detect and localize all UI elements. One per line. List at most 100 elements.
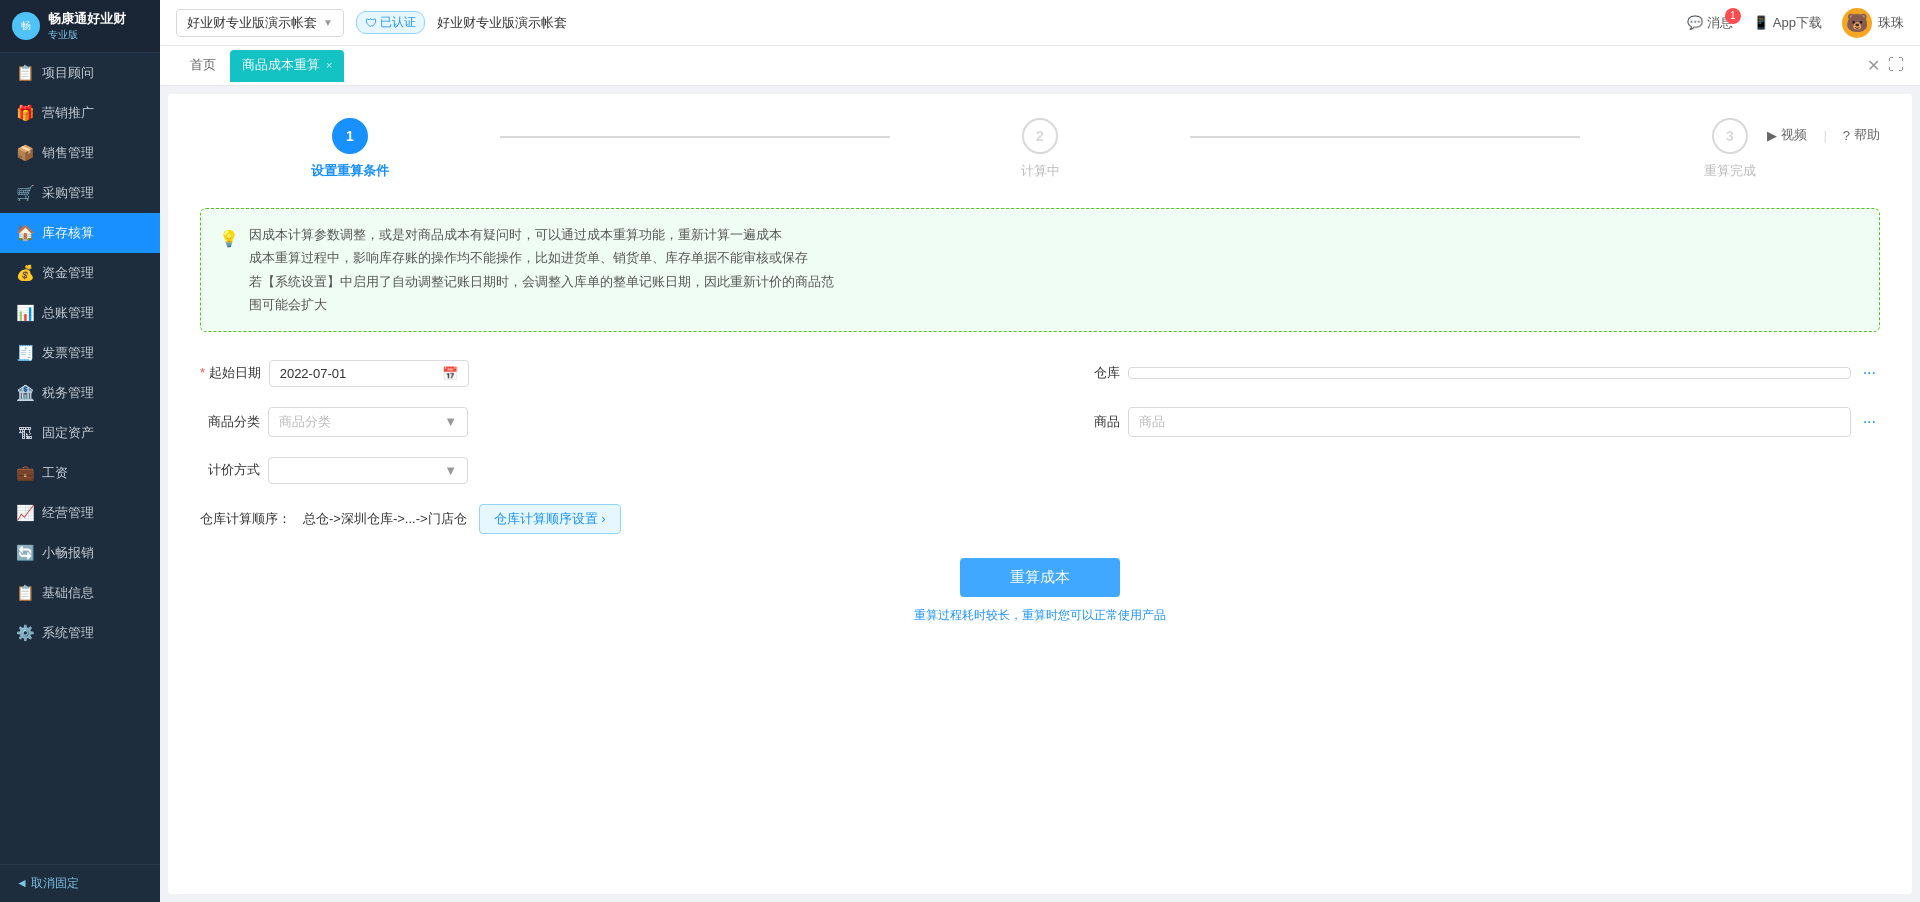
user-name: 珠珠 — [1878, 14, 1904, 32]
sidebar-title: 畅康通好业财 专业版 — [48, 10, 126, 42]
app-download-label: App下载 — [1773, 14, 1822, 32]
payroll-icon: 💼 — [16, 464, 34, 482]
step-3-label: 重算完成 — [1704, 162, 1756, 180]
topbar: 好业财专业版演示帐套 ▼ 🛡 已认证 好业财专业版演示帐套 💬 消息 1 📱 A… — [160, 0, 1920, 46]
inventory-icon: 🏠 — [16, 224, 34, 242]
sidebar-item-purchase[interactable]: 🛒 采购管理 — [0, 173, 160, 213]
tab-home[interactable]: 首页 — [176, 48, 230, 84]
message-button[interactable]: 💬 消息 1 — [1687, 14, 1733, 32]
play-icon: ▶ — [1767, 128, 1777, 143]
sidebar-item-label: 资金管理 — [42, 264, 94, 282]
finance-icon: 💰 — [16, 264, 34, 282]
purchase-icon: 🛒 — [16, 184, 34, 202]
avatar: 🐻 — [1842, 8, 1872, 38]
warehouse-order-settings-button[interactable]: 仓库计算顺序设置 › — [479, 504, 621, 534]
sidebar-item-label: 采购管理 — [42, 184, 94, 202]
sidebar-item-marketing[interactable]: 🎁 营销推广 — [0, 93, 160, 133]
expand-icon[interactable]: ⛶ — [1888, 56, 1904, 75]
step-2: 2 计算中 — [890, 118, 1190, 180]
close-icon[interactable]: ✕ — [1867, 56, 1880, 75]
sidebar-item-sales[interactable]: 📦 销售管理 — [0, 133, 160, 173]
start-date-value: 2022-07-01 — [280, 366, 347, 381]
notice-line1: 因成本计算参数调整，或是对商品成本有疑问时，可以通过成本重算功能，重新计算一遍成… — [249, 223, 834, 246]
tabs-bar: 首页 商品成本重算 × ✕ ⛶ — [160, 46, 1920, 86]
main-area: 好业财专业版演示帐套 ▼ 🛡 已认证 好业财专业版演示帐套 💬 消息 1 📱 A… — [160, 0, 1920, 902]
notice-line2: 成本重算过程中，影响库存账的操作均不能操作，比如进货单、销货单、库存单据不能审核… — [249, 246, 834, 269]
sidebar-item-inventory[interactable]: 🏠 库存核算 — [0, 213, 160, 253]
pricing-field: 计价方式 ▼ — [200, 457, 1020, 484]
step-line-2 — [1190, 136, 1580, 138]
account-select[interactable]: 好业财专业版演示帐套 ▼ — [176, 9, 344, 37]
sidebar-edition: 专业版 — [48, 28, 126, 42]
pricing-select[interactable]: ▼ — [268, 457, 468, 484]
sidebar-item-general[interactable]: 📊 总账管理 — [0, 293, 160, 333]
category-select[interactable]: 商品分类 ▼ — [268, 407, 468, 437]
sidebar-item-label: 工资 — [42, 464, 68, 482]
sidebar-unpin-label: ◄ 取消固定 — [16, 875, 79, 892]
tabs-right: ✕ ⛶ — [1867, 56, 1904, 75]
tab-close-icon[interactable]: × — [326, 59, 332, 71]
sidebar-item-expense[interactable]: 🔄 小畅报销 — [0, 533, 160, 573]
start-date-field: 起始日期 2022-07-01 📅 — [200, 360, 1020, 387]
step-2-label: 计算中 — [1021, 162, 1060, 180]
sidebar: 畅 畅康通好业财 专业版 📋 项目顾问 🎁 营销推广 📦 销售管理 🛒 采购管理… — [0, 0, 160, 902]
content-area: 1 设置重算条件 2 计算中 3 重算完成 ▶ 视频 — [168, 94, 1912, 894]
sidebar-item-tax[interactable]: 🏦 税务管理 — [0, 373, 160, 413]
goods-label: 商品 — [1060, 413, 1120, 431]
sidebar-brand: 畅康通好业财 — [48, 10, 126, 28]
doc-help[interactable]: ? 帮助 — [1843, 126, 1880, 144]
sidebar-item-label: 经营管理 — [42, 504, 94, 522]
video-help[interactable]: ▶ 视频 — [1767, 126, 1807, 144]
sidebar-item-base[interactable]: 📋 基础信息 — [0, 573, 160, 613]
sidebar-item-operations[interactable]: 📈 经营管理 — [0, 493, 160, 533]
expense-icon: 🔄 — [16, 544, 34, 562]
sidebar-item-assets[interactable]: 🏗 固定资产 — [0, 413, 160, 453]
goods-more-icon[interactable]: ··· — [1859, 413, 1880, 431]
sales-icon: 📦 — [16, 144, 34, 162]
notice-line4: 围可能会扩大 — [249, 293, 834, 316]
topbar-right: 💬 消息 1 📱 App下载 🐻 珠珠 — [1687, 8, 1904, 38]
shield-icon: 🛡 — [365, 16, 377, 30]
chevron-down-icon: ▼ — [444, 414, 457, 429]
message-icon: 💬 — [1687, 15, 1703, 30]
sidebar-item-label: 发票管理 — [42, 344, 94, 362]
notice-text: 因成本计算参数调整，或是对商品成本有疑问时，可以通过成本重算功能，重新计算一遍成… — [249, 223, 834, 317]
warehouse-input[interactable] — [1128, 367, 1851, 379]
tax-icon: 🏦 — [16, 384, 34, 402]
warehouse-order-label: 仓库计算顺序： — [200, 510, 291, 528]
goods-input[interactable]: 商品 — [1128, 407, 1851, 437]
sidebar-item-label: 小畅报销 — [42, 544, 94, 562]
step-1-label: 设置重算条件 — [311, 162, 389, 180]
sidebar-item-label: 库存核算 — [42, 224, 94, 242]
app-download-button[interactable]: 📱 App下载 — [1753, 14, 1822, 32]
category-placeholder: 商品分类 — [279, 413, 331, 431]
sidebar-item-system[interactable]: ⚙️ 系统管理 — [0, 613, 160, 653]
notice-line3: 若【系统设置】中启用了自动调整记账日期时，会调整入库单的整单记账日期，因此重新计… — [249, 270, 834, 293]
account-select-value: 好业财专业版演示帐套 — [187, 14, 317, 32]
calendar-icon[interactable]: 📅 — [442, 366, 458, 381]
phone-icon: 📱 — [1753, 15, 1769, 30]
sidebar-item-invoice[interactable]: 🧾 发票管理 — [0, 333, 160, 373]
category-label: 商品分类 — [200, 413, 260, 431]
recalc-button[interactable]: 重算成本 — [960, 558, 1120, 597]
sidebar-unpin[interactable]: ◄ 取消固定 — [0, 864, 160, 902]
form-row-1: 起始日期 2022-07-01 📅 仓库 ··· — [200, 360, 1880, 387]
help-icon: ? — [1843, 128, 1850, 143]
tab-cost-recalc-label: 商品成本重算 — [242, 56, 320, 74]
tab-cost-recalc[interactable]: 商品成本重算 × — [230, 50, 344, 82]
sidebar-item-project[interactable]: 📋 项目顾问 — [0, 53, 160, 93]
pricing-label: 计价方式 — [200, 461, 260, 479]
warehouse-order-settings-label: 仓库计算顺序设置 › — [494, 510, 606, 528]
goods-field: 商品 商品 ··· — [1060, 407, 1880, 437]
sidebar-item-label: 项目顾问 — [42, 64, 94, 82]
step-3-circle: 3 — [1712, 118, 1748, 154]
sidebar-item-payroll[interactable]: 💼 工资 — [0, 453, 160, 493]
start-date-input[interactable]: 2022-07-01 📅 — [269, 360, 469, 387]
sidebar-item-label: 销售管理 — [42, 144, 94, 162]
warehouse-more-icon[interactable]: ··· — [1859, 364, 1880, 382]
sidebar-item-finance[interactable]: 💰 资金管理 — [0, 253, 160, 293]
sidebar-logo: 畅 — [12, 12, 40, 40]
warehouse-order-value: 总仓->深圳仓库->...->门店仓 — [303, 510, 467, 528]
user-avatar-area[interactable]: 🐻 珠珠 — [1842, 8, 1904, 38]
chevron-down-icon: ▼ — [323, 17, 333, 28]
